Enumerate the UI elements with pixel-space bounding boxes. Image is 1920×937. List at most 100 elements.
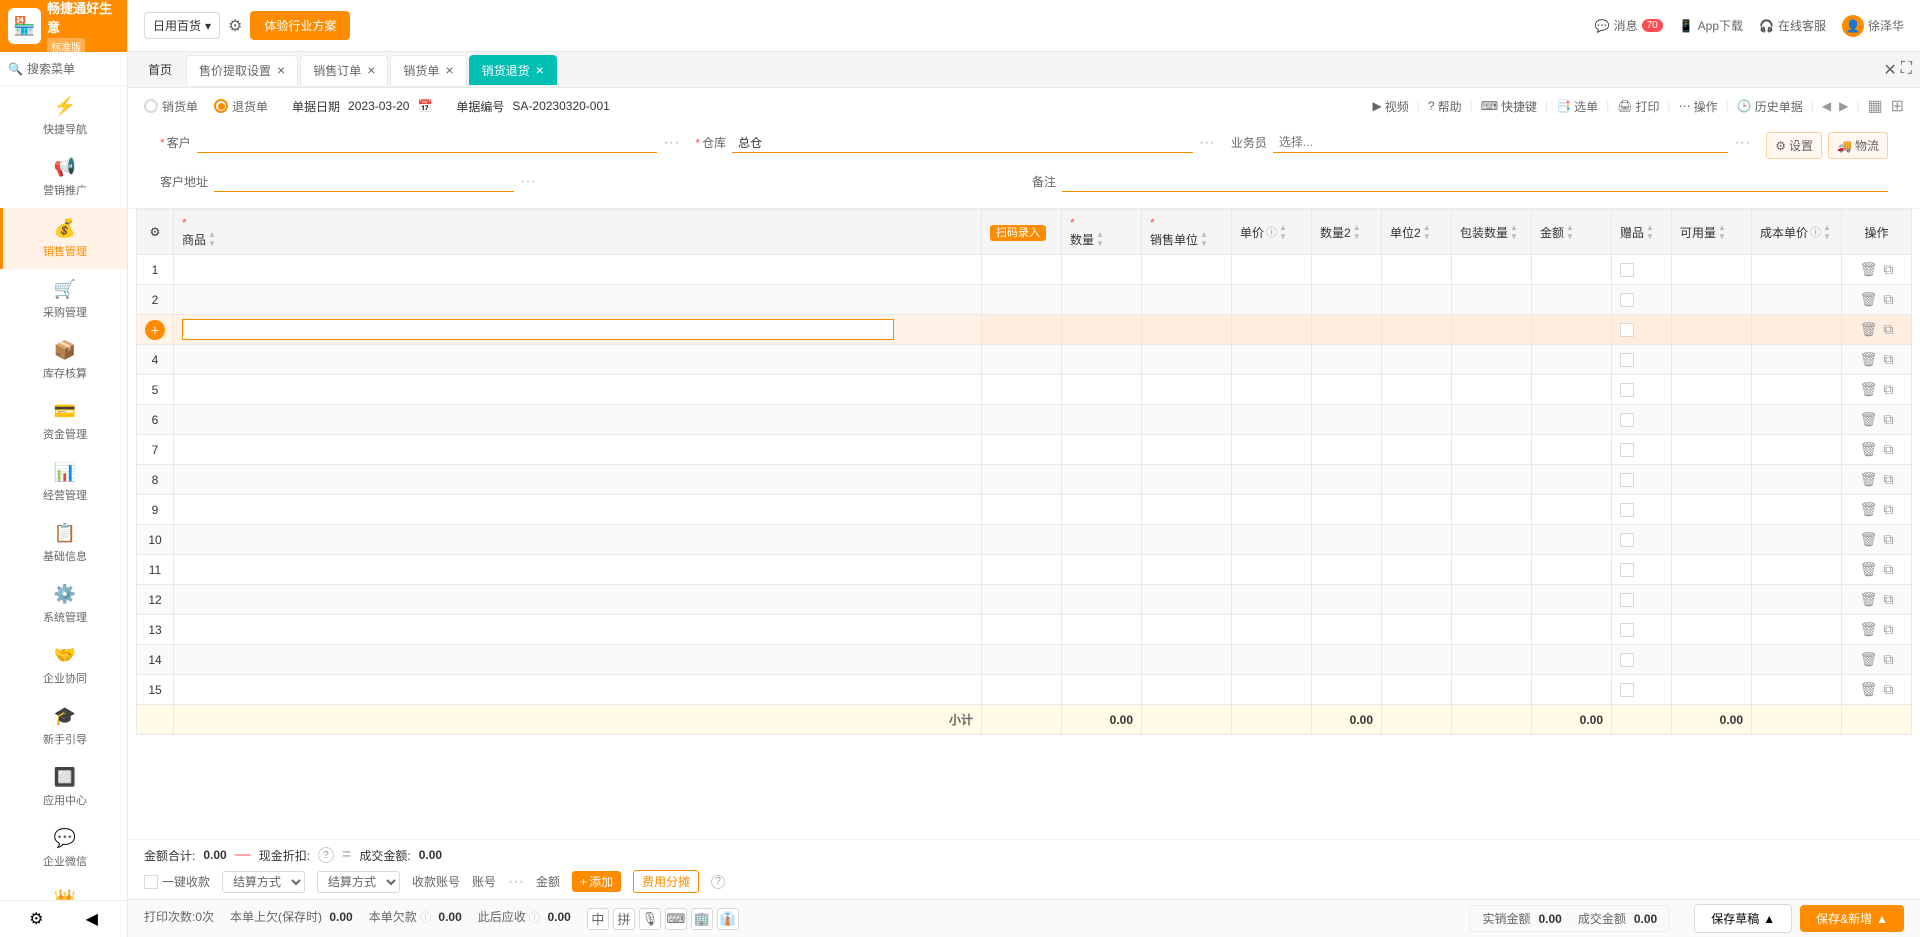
copy-row-icon[interactable]: ⧉: [1883, 441, 1893, 458]
row-price[interactable]: [1232, 285, 1312, 315]
address-input[interactable]: [214, 171, 514, 192]
copy-row-icon[interactable]: ⧉: [1883, 471, 1893, 488]
one-click-payment-check[interactable]: 一键收款: [144, 873, 210, 890]
copy-row-icon[interactable]: ⧉: [1883, 561, 1893, 578]
sidebar-item-sales[interactable]: 💰 销售管理: [0, 208, 127, 269]
row-price[interactable]: [1232, 255, 1312, 285]
unit-sort[interactable]: ▲▼: [1200, 230, 1208, 248]
delete-row-icon[interactable]: 🗑: [1860, 261, 1878, 278]
sidebar-item-system[interactable]: ⚙️ 系统管理: [0, 574, 127, 635]
row-qty[interactable]: [1062, 285, 1142, 315]
salesperson-input[interactable]: [1273, 132, 1728, 153]
radio-return[interactable]: 退货单: [214, 98, 268, 115]
tab-sales-return[interactable]: 销货退货 ×: [469, 55, 557, 85]
delete-row-icon[interactable]: 🗑: [1860, 531, 1878, 548]
row-qty[interactable]: [1062, 255, 1142, 285]
row-unit2[interactable]: [1382, 285, 1452, 315]
close-tab-icon[interactable]: ✕: [1883, 60, 1896, 80]
sidebar-item-operation[interactable]: 📊 经营管理: [0, 452, 127, 513]
copy-row-icon[interactable]: ⧉: [1883, 291, 1893, 308]
print-btn[interactable]: 🖨 打印: [1617, 98, 1659, 115]
calendar-icon[interactable]: 📅: [417, 99, 432, 113]
help-btn[interactable]: ? 帮助: [1428, 98, 1462, 115]
expand-tab-icon[interactable]: ⛶: [1901, 60, 1912, 80]
delete-row-icon[interactable]: 🗑: [1860, 471, 1878, 488]
calc-method-select[interactable]: 结算方式: [317, 871, 400, 893]
copy-row-icon[interactable]: ⧉: [1883, 531, 1893, 548]
sidebar-collapse-icon[interactable]: ◀: [86, 909, 98, 929]
sidebar-item-finance[interactable]: 💳 资金管理: [0, 391, 127, 452]
tab-sales-order[interactable]: 销售订单 ×: [300, 55, 388, 85]
topbar-settings-icon[interactable]: ⚙: [228, 16, 242, 36]
gear-icon[interactable]: ⚙: [150, 225, 161, 239]
remarks-input[interactable]: [1062, 171, 1888, 192]
message-btn[interactable]: 💬 消息 70: [1595, 17, 1663, 34]
delete-row-icon[interactable]: 🗑: [1860, 441, 1878, 458]
cost-sort[interactable]: ▲▼: [1823, 223, 1831, 241]
tab-home[interactable]: 首页: [136, 55, 184, 85]
row-pkg[interactable]: [1452, 285, 1532, 315]
row-unit[interactable]: [1142, 255, 1232, 285]
app-download-btn[interactable]: 📱 App下载: [1679, 17, 1743, 34]
row-amount[interactable]: [1532, 315, 1612, 345]
th-settings[interactable]: ⚙: [137, 210, 174, 255]
shortcut-btn[interactable]: ⌨ 快捷键: [1481, 98, 1537, 115]
row-cost[interactable]: [1752, 255, 1842, 285]
delete-row-icon[interactable]: 🗑: [1860, 681, 1878, 698]
row-product[interactable]: [174, 255, 982, 285]
row-unit[interactable]: [1142, 315, 1232, 345]
warehouse-dots[interactable]: ···: [1199, 134, 1215, 152]
bottom-icon-2[interactable]: 拼: [613, 908, 635, 930]
tab-close-sales-delivery[interactable]: ×: [445, 63, 453, 77]
product-input[interactable]: [182, 319, 894, 340]
sidebar-item-guide[interactable]: 🎓 新手引导: [0, 696, 127, 757]
sidebar-item-marketing[interactable]: 📢 营销推广: [0, 147, 127, 208]
nav-prev-icon[interactable]: ◀: [1822, 99, 1831, 113]
row-unit2[interactable]: [1382, 315, 1452, 345]
discount-help-icon[interactable]: ?: [318, 847, 334, 863]
bottom-icon-5[interactable]: 🏢: [691, 908, 713, 930]
user-menu[interactable]: 👤 徐泽华: [1842, 15, 1904, 37]
row-qty2[interactable]: [1312, 315, 1382, 345]
delete-row-icon[interactable]: 🗑: [1860, 381, 1878, 398]
warehouse-input[interactable]: [732, 132, 1193, 153]
delete-row-icon[interactable]: 🗑: [1860, 591, 1878, 608]
row-unit[interactable]: [1142, 285, 1232, 315]
debt-help-icon[interactable]: ⓘ: [420, 912, 431, 924]
address-dots[interactable]: ···: [520, 173, 536, 191]
row-gift-check[interactable]: [1612, 255, 1672, 285]
bottom-icon-1[interactable]: 中: [587, 908, 609, 930]
account-dots[interactable]: ···: [508, 873, 524, 891]
add-row-btn[interactable]: +: [145, 320, 165, 340]
copy-row-icon[interactable]: ⧉: [1883, 321, 1893, 338]
copy-row-icon[interactable]: ⧉: [1883, 261, 1893, 278]
th-scan[interactable]: 扫码录入: [982, 210, 1062, 255]
row-qty[interactable]: [1062, 315, 1142, 345]
row-gift-check[interactable]: [1612, 285, 1672, 315]
row-price[interactable]: [1232, 315, 1312, 345]
copy-row-icon[interactable]: ⧉: [1883, 591, 1893, 608]
fee-help-icon[interactable]: ?: [711, 875, 725, 889]
video-btn[interactable]: ▶ 视频: [1373, 98, 1409, 115]
tab-sales-delivery[interactable]: 销货单 ×: [390, 55, 466, 85]
sidebar-item-inventory[interactable]: 📦 库存核算: [0, 330, 127, 391]
delete-row-icon[interactable]: 🗑: [1860, 411, 1878, 428]
row-qty2[interactable]: [1312, 255, 1382, 285]
view-grid-icon[interactable]: ⊞: [1891, 96, 1904, 116]
row-cost[interactable]: [1752, 285, 1842, 315]
delete-row-icon[interactable]: 🗑: [1860, 291, 1878, 308]
delete-row-icon[interactable]: 🗑: [1860, 561, 1878, 578]
copy-row-icon[interactable]: ⧉: [1883, 621, 1893, 638]
price-sort[interactable]: ▲▼: [1279, 223, 1287, 241]
row-qty2[interactable]: [1312, 285, 1382, 315]
unit2-sort[interactable]: ▲▼: [1423, 223, 1431, 241]
row-unit2[interactable]: [1382, 255, 1452, 285]
copy-row-icon[interactable]: ⧉: [1883, 681, 1893, 698]
row-pkg[interactable]: [1452, 255, 1532, 285]
bottom-icon-6[interactable]: 👔: [717, 908, 739, 930]
customer-input[interactable]: [197, 132, 658, 153]
sidebar-search[interactable]: 🔍 搜索菜单: [0, 52, 127, 86]
avail-sort[interactable]: ▲▼: [1718, 223, 1726, 241]
delete-row-icon[interactable]: 🗑: [1860, 321, 1878, 338]
customer-dots[interactable]: ···: [663, 134, 679, 152]
